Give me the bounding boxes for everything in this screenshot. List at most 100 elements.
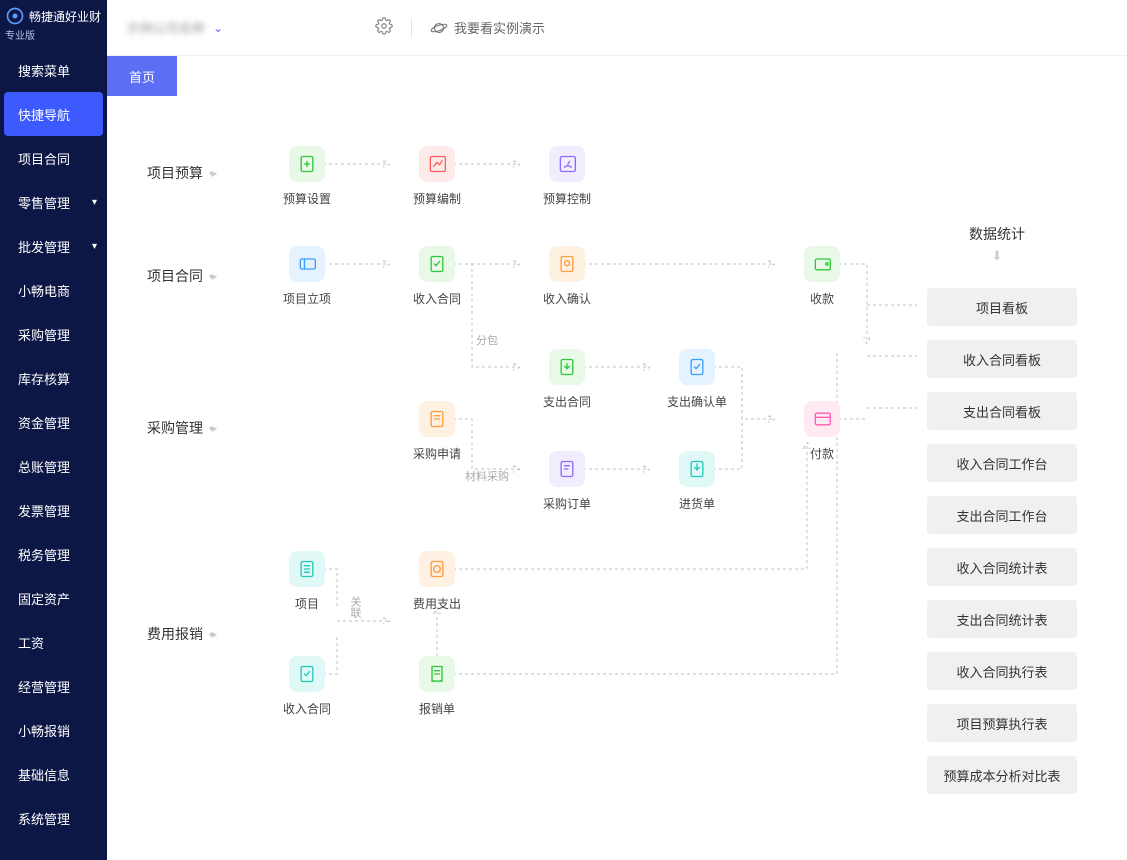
sidebar-item-label: 工资 — [18, 633, 44, 652]
caret-down-icon: ▾ — [92, 197, 97, 208]
demo-link[interactable]: 我要看实例演示 — [430, 18, 545, 37]
sidebar-item-4[interactable]: 批发管理▾ — [0, 224, 107, 268]
section-label-3: 费用报销▪▸ — [147, 624, 215, 644]
ticket-icon — [289, 246, 325, 282]
sidebar-item-label: 基础信息 — [18, 765, 70, 784]
topbar: 示例公司名称 ⌄ 我要看实例演示 — [107, 0, 1127, 56]
branch-label-material: 材料采购 — [465, 468, 509, 484]
sidebar-item-label: 税务管理 — [18, 545, 70, 564]
arrow-right-icon: ▪▸ — [209, 421, 215, 435]
app-logo: 畅捷通好业财 专业版 — [0, 0, 107, 48]
stat-button-2[interactable]: 支出合同看板 — [927, 392, 1077, 430]
node-expense_cf[interactable]: 支出确认单 — [662, 349, 732, 410]
tabs: 首页 — [107, 56, 1127, 96]
sidebar-item-label: 系统管理 — [18, 809, 70, 828]
gear-icon[interactable] — [375, 17, 393, 38]
node-budget_ctrl[interactable]: 预算控制 — [532, 146, 602, 207]
node-label: 支出合同 — [532, 393, 602, 410]
sidebar-item-3[interactable]: 零售管理▾ — [0, 180, 107, 224]
inbound-icon — [679, 451, 715, 487]
sidebar-item-13[interactable]: 工资 — [0, 620, 107, 664]
tab-home[interactable]: 首页 — [107, 56, 177, 96]
stat-button-4[interactable]: 支出合同工作台 — [927, 496, 1077, 534]
sidebar-item-2[interactable]: 项目合同 — [0, 136, 107, 180]
sidebar-item-17[interactable]: 系统管理 — [0, 796, 107, 840]
sidebar-item-label: 批发管理 — [18, 237, 70, 256]
sidebar-item-1[interactable]: 快捷导航 — [4, 92, 103, 136]
node-payment[interactable]: 付款 — [787, 401, 857, 462]
sidebar-item-16[interactable]: 基础信息 — [0, 752, 107, 796]
planet-icon — [430, 19, 448, 37]
node-goods_in[interactable]: 进货单 — [662, 451, 732, 512]
stat-button-7[interactable]: 收入合同执行表 — [927, 652, 1077, 690]
sidebar-item-11[interactable]: 税务管理 — [0, 532, 107, 576]
sidebar-item-10[interactable]: 发票管理 — [0, 488, 107, 532]
node-income_ct2[interactable]: 收入合同 — [272, 656, 342, 717]
stat-button-9[interactable]: 预算成本分析对比表 — [927, 756, 1077, 794]
node-label: 收入合同 — [402, 290, 472, 307]
node-expense_out[interactable]: 费用支出 — [402, 551, 472, 612]
wallet-icon — [804, 246, 840, 282]
main-canvas: 项目预算▪▸项目合同▪▸采购管理▪▸费用报销▪▸ 分包 材料采购 关联 预算设置… — [107, 96, 1127, 860]
arrow-right-icon: ▪▸ — [209, 627, 215, 641]
section-label-1: 项目合同▪▸ — [147, 266, 215, 286]
stats-title: 数据统计 — [927, 224, 1067, 244]
stat-button-0[interactable]: 项目看板 — [927, 288, 1077, 326]
node-purch_order[interactable]: 采购订单 — [532, 451, 602, 512]
node-label: 收入合同 — [272, 700, 342, 717]
stat-button-3[interactable]: 收入合同工作台 — [927, 444, 1077, 482]
sidebar-item-6[interactable]: 采购管理 — [0, 312, 107, 356]
stamp-icon — [549, 246, 585, 282]
app-title: 畅捷通好业财 — [29, 8, 101, 25]
node-expense_ct[interactable]: 支出合同 — [532, 349, 602, 410]
sidebar-item-9[interactable]: 总账管理 — [0, 444, 107, 488]
node-label: 预算设置 — [272, 190, 342, 207]
sidebar-item-15[interactable]: 小畅报销 — [0, 708, 107, 752]
sidebar-item-label: 小畅电商 — [18, 281, 70, 300]
pay-icon — [804, 401, 840, 437]
sidebar-item-5[interactable]: 小畅电商 — [0, 268, 107, 312]
node-reimburse[interactable]: 报销单 — [402, 656, 472, 717]
node-label: 收入确认 — [532, 290, 602, 307]
sidebar-item-label: 采购管理 — [18, 325, 70, 344]
node-budget_edit[interactable]: 预算编制 — [402, 146, 472, 207]
node-label: 支出确认单 — [662, 393, 732, 410]
sidebar-item-14[interactable]: 经营管理 — [0, 664, 107, 708]
sidebar-item-label: 总账管理 — [18, 457, 70, 476]
stat-button-1[interactable]: 收入合同看板 — [927, 340, 1077, 378]
arrow-right-icon: ▪▸ — [209, 166, 215, 180]
branch-label-relate: 关联 — [347, 596, 363, 618]
sidebar: 畅捷通好业财 专业版 搜索菜单快捷导航项目合同零售管理▾批发管理▾小畅电商采购管… — [0, 0, 107, 860]
sidebar-item-7[interactable]: 库存核算 — [0, 356, 107, 400]
node-label: 采购申请 — [402, 445, 472, 462]
sidebar-item-label: 库存核算 — [18, 369, 70, 388]
node-project[interactable]: 项目 — [272, 551, 342, 612]
sidebar-item-12[interactable]: 固定资产 — [0, 576, 107, 620]
logo-icon — [5, 6, 25, 26]
sidebar-item-label: 经营管理 — [18, 677, 70, 696]
sidebar-item-label: 资金管理 — [18, 413, 70, 432]
sidebar-item-label: 搜索菜单 — [18, 61, 70, 80]
node-purch_req[interactable]: 采购申请 — [402, 401, 472, 462]
node-budget_set[interactable]: 预算设置 — [272, 146, 342, 207]
node-label: 付款 — [787, 445, 857, 462]
coin-icon — [419, 551, 455, 587]
node-proj_init[interactable]: 项目立项 — [272, 246, 342, 307]
section-label-0: 项目预算▪▸ — [147, 163, 215, 183]
stat-button-8[interactable]: 项目预算执行表 — [927, 704, 1077, 742]
stat-button-6[interactable]: 支出合同统计表 — [927, 600, 1077, 638]
node-income_ct[interactable]: 收入合同 — [402, 246, 472, 307]
sidebar-item-label: 快捷导航 — [18, 105, 70, 124]
stats-arrow-icon: ⬇ — [927, 248, 1067, 264]
form-icon — [419, 401, 455, 437]
node-income_cf[interactable]: 收入确认 — [532, 246, 602, 307]
node-receipt[interactable]: 收款 — [787, 246, 857, 307]
sidebar-item-8[interactable]: 资金管理 — [0, 400, 107, 444]
org-selector[interactable]: 示例公司名称 ⌄ — [127, 18, 357, 37]
arrow-right-icon: ▪▸ — [209, 269, 215, 283]
sidebar-item-label: 项目合同 — [18, 149, 70, 168]
doc-check-icon — [679, 349, 715, 385]
stat-button-5[interactable]: 收入合同统计表 — [927, 548, 1077, 586]
sidebar-item-0[interactable]: 搜索菜单 — [0, 48, 107, 92]
node-label: 预算控制 — [532, 190, 602, 207]
